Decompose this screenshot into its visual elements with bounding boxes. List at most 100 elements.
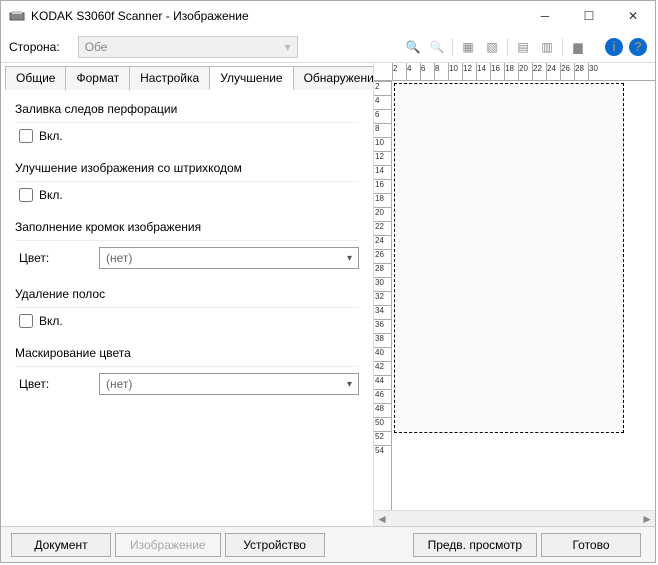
ruler-tick: 18 <box>374 193 391 207</box>
checkbox-label: Вкл. <box>39 188 63 202</box>
close-button[interactable]: ✕ <box>611 1 655 31</box>
titlebar: KODAK S3060f Scanner - Изображение ─ ☐ ✕ <box>1 1 655 31</box>
zoom-out-icon[interactable]: 🔍 <box>428 38 446 56</box>
barcode-checkbox[interactable] <box>19 188 33 202</box>
tool-icon-1[interactable]: ▦ <box>459 38 477 56</box>
ruler-tick: 34 <box>374 305 391 319</box>
group-barcode-enhance: Улучшение изображения со штрихкодом Вкл. <box>15 161 359 204</box>
image-button[interactable]: Изображение <box>115 533 221 557</box>
ruler-tick: 44 <box>374 375 391 389</box>
chevron-down-icon: ▾ <box>347 253 352 264</box>
ruler-vertical: 2468101214161820222426283032343638404244… <box>374 81 392 510</box>
ruler-tick: 16 <box>374 179 391 193</box>
separator <box>452 38 453 56</box>
ruler-tick: 28 <box>374 263 391 277</box>
tab-bar: Общие Формат Настройка Улучшение Обнаруж… <box>5 65 369 90</box>
ruler-tick: 32 <box>374 291 391 305</box>
ruler-tick: 4 <box>374 95 391 109</box>
ruler-tick: 30 <box>588 63 602 80</box>
preview-panel: 24681012141618202224262830 2468101214161… <box>373 63 655 526</box>
separator <box>562 38 563 56</box>
ruler-tick: 48 <box>374 403 391 417</box>
toolbar-icons: 🔍 🔍 ▦ ▧ ▤ ▥ ▆ i ? <box>404 38 647 56</box>
group-edge-fill: Заполнение кромок изображения Цвет: (нет… <box>15 220 359 271</box>
info-icon[interactable]: i <box>605 38 623 56</box>
scanner-dialog: KODAK S3060f Scanner - Изображение ─ ☐ ✕… <box>0 0 656 563</box>
ruler-tick: 24 <box>374 235 391 249</box>
ruler-tick: 18 <box>504 63 518 80</box>
streak-checkbox[interactable] <box>19 314 33 328</box>
help-icon[interactable]: ? <box>629 38 647 56</box>
ruler-tick: 12 <box>374 151 391 165</box>
ruler-tick: 36 <box>374 319 391 333</box>
ruler-tick: 24 <box>546 63 560 80</box>
ruler-tick: 40 <box>374 347 391 361</box>
preview-canvas[interactable] <box>392 81 655 510</box>
tab-format[interactable]: Формат <box>65 66 130 90</box>
ruler-tick: 4 <box>406 63 420 80</box>
h-scrollbar[interactable]: ◄► <box>374 510 655 526</box>
ruler-tick: 14 <box>476 63 490 80</box>
ruler-tick: 6 <box>374 109 391 123</box>
ruler-tick: 8 <box>434 63 448 80</box>
document-button[interactable]: Документ <box>11 533 111 557</box>
checkbox-label: Вкл. <box>39 129 63 143</box>
side-select[interactable]: Обе ▾ <box>78 36 298 58</box>
side-label: Сторона: <box>9 40 60 54</box>
scanner-icon <box>9 10 25 22</box>
ruler-tick: 52 <box>374 431 391 445</box>
chevron-down-icon: ▾ <box>285 40 291 54</box>
done-button[interactable]: Готово <box>541 533 641 557</box>
tool-icon-5[interactable]: ▆ <box>569 38 587 56</box>
select-value: (нет) <box>106 251 132 265</box>
group-title: Заполнение кромок изображения <box>15 220 359 234</box>
dropout-color-select[interactable]: (нет) ▾ <box>99 373 359 395</box>
ruler-tick: 22 <box>374 221 391 235</box>
color-label: Цвет: <box>19 377 89 391</box>
footer: Документ Изображение Устройство Предв. п… <box>1 526 655 562</box>
ruler-tick: 8 <box>374 123 391 137</box>
streak-checkbox-row[interactable]: Вкл. <box>19 314 359 328</box>
ruler-horizontal: 24681012141618202224262830 <box>374 63 655 81</box>
tab-adjust[interactable]: Настройка <box>129 66 210 90</box>
barcode-checkbox-row[interactable]: Вкл. <box>19 188 359 202</box>
tab-enhance[interactable]: Улучшение <box>209 66 293 90</box>
maximize-button[interactable]: ☐ <box>567 1 611 31</box>
ruler-tick: 6 <box>420 63 434 80</box>
ruler-tick: 20 <box>374 207 391 221</box>
zoom-in-icon[interactable]: 🔍 <box>404 38 422 56</box>
group-title: Удаление полос <box>15 287 359 301</box>
minimize-button[interactable]: ─ <box>523 1 567 31</box>
ruler-tick: 22 <box>532 63 546 80</box>
edge-color-select[interactable]: (нет) ▾ <box>99 247 359 269</box>
ruler-tick: 2 <box>374 81 391 95</box>
color-label: Цвет: <box>19 251 89 265</box>
ruler-tick: 28 <box>574 63 588 80</box>
ruler-tick: 46 <box>374 389 391 403</box>
tab-general[interactable]: Общие <box>5 66 66 90</box>
tool-icon-3[interactable]: ▤ <box>514 38 532 56</box>
side-value: Обе <box>85 40 108 54</box>
chevron-down-icon: ▾ <box>347 379 352 390</box>
ruler-tick: 10 <box>374 137 391 151</box>
group-color-dropout: Маскирование цвета Цвет: (нет) ▾ <box>15 346 359 397</box>
ruler-tick: 14 <box>374 165 391 179</box>
ruler-tick: 12 <box>462 63 476 80</box>
device-button[interactable]: Устройство <box>225 533 325 557</box>
ruler-tick: 20 <box>518 63 532 80</box>
preview-button[interactable]: Предв. просмотр <box>413 533 537 557</box>
ruler-tick: 50 <box>374 417 391 431</box>
group-streak-removal: Удаление полос Вкл. <box>15 287 359 330</box>
ruler-tick: 30 <box>374 277 391 291</box>
punch-checkbox-row[interactable]: Вкл. <box>19 129 359 143</box>
tab-panel-enhance: Заливка следов перфорации Вкл. Улучшение… <box>5 90 369 526</box>
punch-checkbox[interactable] <box>19 129 33 143</box>
group-title: Улучшение изображения со штрихкодом <box>15 161 359 175</box>
checkbox-label: Вкл. <box>39 314 63 328</box>
scan-crop-rect[interactable] <box>394 83 624 433</box>
tool-icon-2[interactable]: ▧ <box>483 38 501 56</box>
group-title: Маскирование цвета <box>15 346 359 360</box>
separator <box>507 38 508 56</box>
tool-icon-4[interactable]: ▥ <box>538 38 556 56</box>
ruler-tick: 10 <box>448 63 462 80</box>
